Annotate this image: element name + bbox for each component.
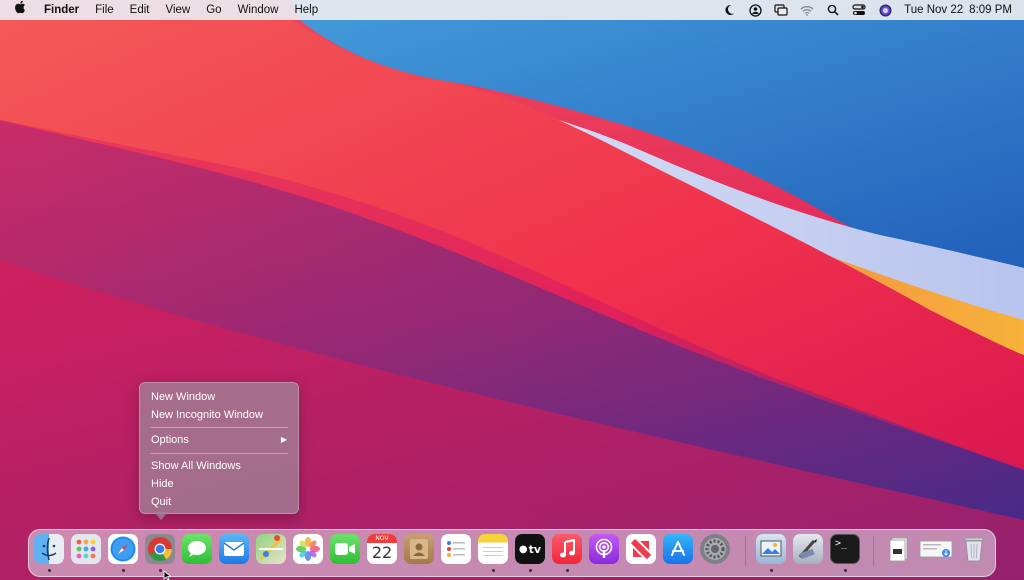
- submenu-arrow-icon: ▶: [280, 435, 287, 444]
- notes-icon[interactable]: [478, 534, 508, 564]
- menu-bar-date: Tue Nov 22: [904, 4, 964, 16]
- running-indicator-finder: [48, 569, 51, 572]
- menu-item-options[interactable]: Options ▶: [151, 432, 291, 448]
- launchpad-icon[interactable]: [71, 534, 101, 564]
- maps-icon[interactable]: [256, 534, 286, 564]
- menu-view[interactable]: View: [158, 0, 199, 20]
- news-icon[interactable]: [626, 534, 656, 564]
- app-store-icon[interactable]: [663, 534, 693, 564]
- menu-file[interactable]: File: [87, 0, 122, 20]
- apple-tv-icon[interactable]: ● tv: [515, 534, 545, 564]
- apple-tv-label: tv: [528, 542, 542, 556]
- messages-icon[interactable]: [182, 534, 212, 564]
- reminders-icon[interactable]: [441, 534, 471, 564]
- search-icon[interactable]: [826, 3, 840, 17]
- menu-item-new-incognito-window[interactable]: New Incognito Window: [151, 407, 291, 423]
- menu-item-new-window[interactable]: New Window: [151, 389, 291, 405]
- running-indicator-music: [566, 569, 569, 572]
- menu-bar: Finder File Edit View Go Window Help Tue: [0, 0, 1024, 20]
- menu-bar-left: Finder File Edit View Go Window Help: [0, 0, 326, 20]
- siri-icon[interactable]: [878, 3, 892, 17]
- screen-mirroring-icon[interactable]: [774, 3, 788, 17]
- menu-bar-clock[interactable]: Tue Nov 22 8:09 PM: [904, 4, 1012, 16]
- running-indicator-tv: [529, 569, 532, 572]
- terminal-icon[interactable]: >_: [830, 534, 860, 564]
- menu-item-show-all-windows[interactable]: Show All Windows: [151, 458, 291, 474]
- facetime-icon[interactable]: [330, 534, 360, 564]
- apple-logo-icon: ●: [518, 543, 528, 555]
- terminal-prompt: >_: [835, 538, 848, 549]
- running-indicator-terminal: [844, 569, 847, 572]
- preview-icon[interactable]: [756, 534, 786, 564]
- photos-icon[interactable]: [293, 534, 323, 564]
- menu-app-name[interactable]: Finder: [36, 0, 87, 20]
- mouse-cursor-icon: [163, 570, 172, 580]
- contacts-icon[interactable]: [404, 534, 434, 564]
- menu-help[interactable]: Help: [286, 0, 326, 20]
- music-icon[interactable]: [552, 534, 582, 564]
- trash-icon[interactable]: [959, 534, 989, 564]
- safari-icon[interactable]: [108, 534, 138, 564]
- system-preferences-icon[interactable]: [700, 534, 730, 564]
- calendar-icon[interactable]: NOV 22: [367, 534, 397, 564]
- dock-separator: [873, 536, 874, 566]
- finder-icon[interactable]: [34, 534, 64, 564]
- mail-icon[interactable]: [219, 534, 249, 564]
- running-indicator-preview: [770, 569, 773, 572]
- menu-bar-status: Tue Nov 22 8:09 PM: [722, 0, 1024, 20]
- menu-item-quit[interactable]: Quit: [151, 494, 291, 510]
- control-center-icon[interactable]: [852, 3, 866, 17]
- downloads-stack-icon[interactable]: [918, 534, 954, 564]
- menu-item-options-label: Options: [151, 434, 189, 446]
- documents-stack-icon[interactable]: [884, 534, 914, 564]
- user-circle-icon[interactable]: [748, 3, 762, 17]
- running-indicator-safari: [122, 569, 125, 572]
- menu-bar-time: 8:09 PM: [969, 4, 1012, 16]
- running-indicator-chrome: [159, 569, 162, 572]
- context-menu-pointer: [154, 512, 168, 520]
- menu-divider: [150, 427, 288, 428]
- dock-separator: [745, 536, 746, 566]
- menu-divider: [150, 453, 288, 454]
- running-indicator-notes: [492, 569, 495, 572]
- calendar-day: 22: [371, 543, 393, 562]
- menu-item-hide[interactable]: Hide: [151, 476, 291, 492]
- menu-window[interactable]: Window: [230, 0, 287, 20]
- moon-icon[interactable]: [722, 3, 736, 17]
- wifi-icon[interactable]: [800, 3, 814, 17]
- apple-menu-icon[interactable]: [0, 0, 36, 20]
- dock-context-menu: New Window New Incognito Window Options …: [139, 382, 299, 514]
- script-editor-icon[interactable]: [793, 534, 823, 564]
- menu-go[interactable]: Go: [198, 0, 229, 20]
- chrome-icon[interactable]: [145, 534, 175, 564]
- menu-edit[interactable]: Edit: [122, 0, 158, 20]
- calendar-month: NOV: [367, 534, 397, 543]
- podcasts-icon[interactable]: [589, 534, 619, 564]
